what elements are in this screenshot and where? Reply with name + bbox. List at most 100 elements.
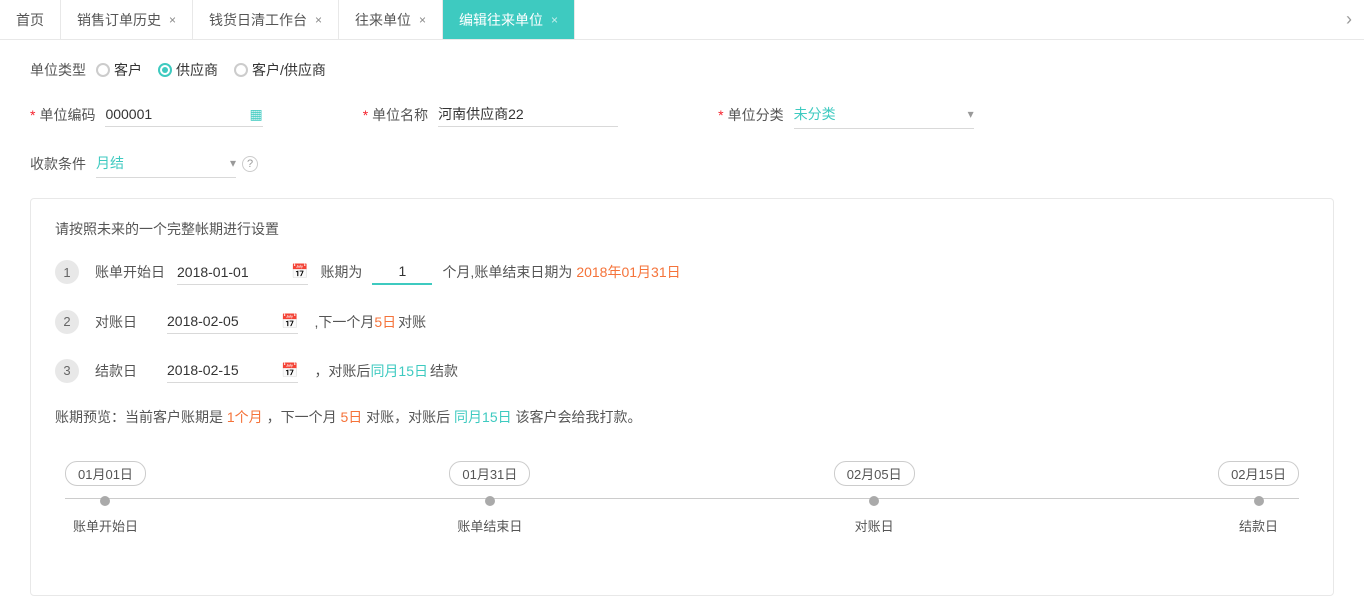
node-2-label: 账单结束日: [457, 516, 522, 535]
payment-terms-arrow: ▾: [230, 156, 236, 170]
start-date-input[interactable]: [177, 260, 287, 284]
row-desc-3b-highlight: 同月15日: [370, 361, 428, 381]
payment-date-wrap: 📅: [167, 358, 298, 383]
period-input[interactable]: [372, 259, 432, 285]
tab-edit-partner-close[interactable]: ×: [551, 13, 558, 27]
unit-type-label: 单位类型: [30, 60, 86, 80]
start-date-wrap: 📅: [177, 260, 308, 285]
node-4-badge: 02月15日: [1218, 461, 1299, 486]
tab-edit-partner[interactable]: 编辑往来单位 ×: [443, 0, 575, 39]
tabs-bar: 首页 销售订单历史 × 钱货日清工作台 × 往来单位 × 编辑往来单位 × ›: [0, 0, 1364, 40]
tab-partner-close[interactable]: ×: [419, 13, 426, 27]
tab-partner[interactable]: 往来单位 ×: [339, 0, 443, 39]
row-num-3: 3: [55, 359, 79, 383]
unit-name-group: * 单位名称: [363, 102, 618, 127]
tab-sales-history-close[interactable]: ×: [169, 13, 176, 27]
node-2-badge: 01月31日: [449, 461, 530, 486]
radio-customer-supplier-circle: [234, 63, 248, 77]
unit-info-row: * 单位编码 ▦ * 单位名称 * 单位分类 未分类 ▾: [30, 100, 1334, 129]
radio-customer-circle: [96, 63, 110, 77]
payment-terms-value: 月结: [96, 153, 226, 173]
node-3-badge: 02月05日: [834, 461, 915, 486]
tab-more-button[interactable]: ›: [1334, 9, 1364, 30]
start-date-calendar-icon[interactable]: 📅: [291, 263, 308, 280]
row-desc-2b-highlight: 5日: [374, 312, 396, 332]
node-1-badge: 01月01日: [65, 461, 146, 486]
preview-suffix: 该客户会给我打款。: [516, 409, 642, 425]
row-num-2: 2: [55, 310, 79, 334]
unit-category-value: 未分类: [794, 104, 964, 124]
unit-code-label: 单位编码: [39, 105, 95, 125]
reconcile-date-calendar-icon[interactable]: 📅: [281, 313, 298, 330]
unit-code-icon[interactable]: ▦: [249, 106, 262, 123]
timeline-nodes: 01月01日 账单开始日 01月31日 账单结束日 02月05日: [65, 461, 1299, 535]
row-desc-3a: ，对账后: [314, 361, 370, 381]
unit-category-arrow: ▾: [968, 107, 974, 121]
unit-category-group: * 单位分类 未分类 ▾: [718, 100, 973, 129]
tab-cash-work-label: 钱货日清工作台: [209, 10, 307, 30]
tab-sales-history[interactable]: 销售订单历史 ×: [61, 0, 193, 39]
row-desc-1a: 账期为: [320, 262, 362, 282]
main-content: 单位类型 客户 供应商 客户/供应商 * 单位编码: [0, 40, 1364, 616]
unit-category-label: 单位分类: [728, 105, 784, 125]
node-4-dot: [1254, 496, 1264, 506]
row-label-3: 结款日: [95, 361, 155, 381]
unit-type-group: 单位类型 客户 供应商 客户/供应商: [30, 60, 326, 80]
unit-name-field-wrap: [438, 102, 618, 127]
settings-card: 请按照未来的一个完整帐期进行设置 1 账单开始日 📅 账期为 个月,账单结束日期…: [30, 198, 1334, 596]
tab-home-label: 首页: [16, 10, 44, 30]
timeline-node-1: 01月01日 账单开始日: [65, 461, 146, 535]
radio-supplier-circle: [158, 63, 172, 77]
radio-customer-supplier[interactable]: 客户/供应商: [234, 60, 326, 80]
radio-customer-supplier-label: 客户/供应商: [252, 60, 326, 80]
radio-supplier[interactable]: 供应商: [158, 60, 218, 80]
preview-period: 1个月: [227, 409, 263, 425]
tab-home[interactable]: 首页: [0, 0, 61, 39]
unit-category-select[interactable]: 未分类 ▾: [794, 100, 974, 129]
unit-category-star: *: [718, 107, 723, 123]
radio-customer-label: 客户: [114, 60, 142, 80]
tab-cash-work-close[interactable]: ×: [315, 13, 322, 27]
payment-terms-select[interactable]: 月结 ▾: [96, 149, 236, 178]
radio-supplier-label: 供应商: [176, 60, 218, 80]
row-label-1: 账单开始日: [95, 262, 165, 282]
node-3-dot: [869, 496, 879, 506]
payment-terms-label: 收款条件: [30, 154, 86, 174]
setting-row-3: 3 结款日 📅 ，对账后 同月15日 结款: [55, 358, 1309, 383]
row-desc-2a: ,下一个月: [314, 312, 374, 332]
row-label-2: 对账日: [95, 312, 155, 332]
radio-customer[interactable]: 客户: [96, 60, 142, 80]
preview-reconcile-day: 5日: [340, 409, 362, 425]
tab-cash-work[interactable]: 钱货日清工作台 ×: [193, 0, 339, 39]
preview-sep2: 对账，对账后: [366, 409, 450, 425]
payment-terms-help[interactable]: ?: [242, 156, 258, 172]
card-title: 请按照未来的一个完整帐期进行设置: [55, 219, 1309, 239]
unit-type-radio-group: 客户 供应商 客户/供应商: [96, 60, 326, 80]
setting-row-1: 1 账单开始日 📅 账期为 个月,账单结束日期为 2018年01月31日: [55, 259, 1309, 285]
reconcile-date-input[interactable]: [167, 309, 277, 333]
row-desc-3c: 结款: [430, 361, 458, 381]
timeline: 01月01日 账单开始日 01月31日 账单结束日 02月05日: [65, 461, 1299, 535]
row-num-1: 1: [55, 260, 79, 284]
unit-code-field-wrap: ▦: [105, 102, 262, 127]
unit-name-input[interactable]: [438, 102, 618, 126]
preview-label: 账期预览：当前客户账期是: [55, 409, 223, 425]
node-4-label: 结款日: [1239, 516, 1278, 535]
preview-text: 账期预览：当前客户账期是 1个月 ，下一个月 5日 对账，对账后 同月15日 该…: [55, 407, 1309, 427]
reconcile-date-wrap: 📅: [167, 309, 298, 334]
node-1-dot: [100, 496, 110, 506]
end-date-highlight: 2018年01月31日: [576, 262, 680, 282]
setting-row-2: 2 对账日 📅 ,下一个月 5日 对账: [55, 309, 1309, 334]
unit-code-group: * 单位编码 ▦: [30, 102, 263, 127]
payment-terms-group: 收款条件 月结 ▾ ?: [30, 149, 258, 178]
payment-date-input[interactable]: [167, 358, 277, 382]
node-3-label: 对账日: [855, 516, 894, 535]
payment-date-calendar-icon[interactable]: 📅: [281, 362, 298, 379]
unit-code-input[interactable]: [105, 102, 245, 126]
timeline-node-4: 02月15日 结款日: [1218, 461, 1299, 535]
preview-sep1: ，下一个月: [267, 409, 337, 425]
timeline-container: 01月01日 账单开始日 01月31日 账单结束日 02月05日: [55, 451, 1309, 575]
tab-sales-history-label: 销售订单历史: [77, 10, 161, 30]
timeline-node-3: 02月05日 对账日: [834, 461, 915, 535]
unit-code-star: *: [30, 107, 35, 123]
